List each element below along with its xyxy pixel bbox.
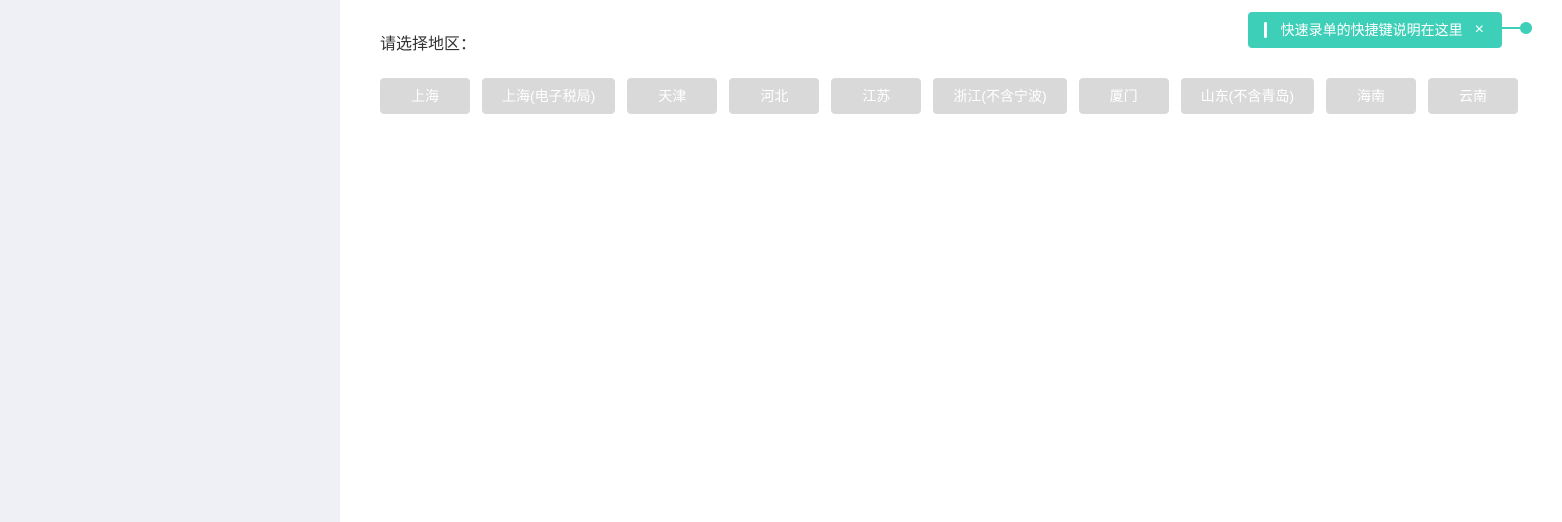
region-button-zhejiang[interactable]: 浙江(不含宁波) — [933, 78, 1066, 114]
tooltip-banner: 快速录单的快捷键说明在这里 × — [1248, 12, 1502, 48]
region-button-shandong[interactable]: 山东(不含青岛) — [1181, 78, 1314, 114]
region-button-hebei[interactable]: 河北 — [729, 78, 819, 114]
left-sidebar — [0, 0, 340, 522]
region-button-shanghai[interactable]: 上海 — [380, 78, 470, 114]
main-content: 请选择地区： 上海上海(电子税局)天津河北江苏浙江(不含宁波)厦门山东(不含青岛… — [340, 0, 1562, 522]
region-button-shanghai-etax[interactable]: 上海(电子税局) — [482, 78, 615, 114]
region-button-tianjin[interactable]: 天津 — [627, 78, 717, 114]
region-button-hainan[interactable]: 海南 — [1326, 78, 1416, 114]
tooltip-line — [1500, 27, 1520, 29]
tooltip-close-button[interactable]: × — [1473, 22, 1486, 38]
region-button-jiangsu[interactable]: 江苏 — [831, 78, 921, 114]
dot-indicator — [1520, 22, 1532, 34]
region-buttons: 上海上海(电子税局) 天津河北江苏浙江(不含宁波) 厦门山东(不含青岛) 海南云南 — [380, 78, 1522, 114]
tooltip-text: 快速录单的快捷键说明在这里 — [1281, 20, 1463, 40]
region-button-xiamen[interactable]: 厦门 — [1079, 78, 1169, 114]
region-button-yunnan[interactable]: 云南 — [1428, 78, 1518, 114]
